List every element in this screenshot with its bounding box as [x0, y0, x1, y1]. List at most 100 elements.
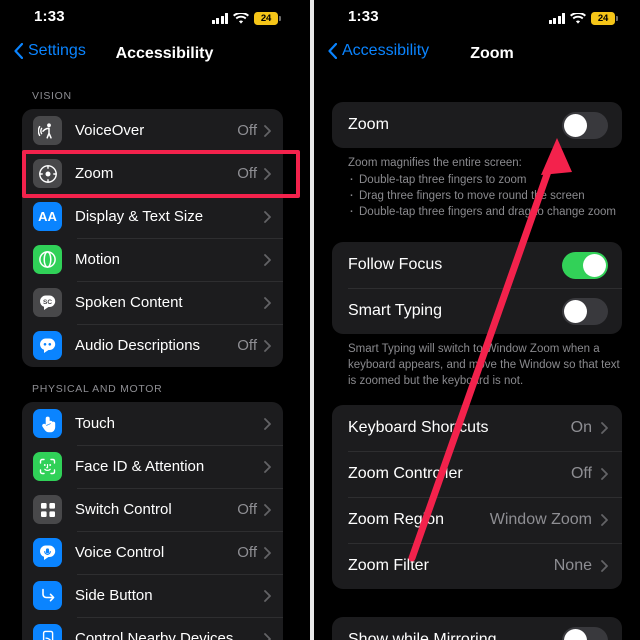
- settings-row-value: Window Zoom: [489, 511, 592, 528]
- settings-row-face-id-attention[interactable]: Face ID & Attention: [22, 445, 283, 488]
- smart-typing-row[interactable]: Smart Typing: [332, 288, 622, 334]
- smart-typing-switch[interactable]: [562, 297, 608, 325]
- settings-row-voiceover[interactable]: VoiceOver Off: [22, 109, 283, 152]
- status-bar-left: 1:33 24: [0, 0, 303, 34]
- switch-control-icon: [33, 495, 62, 524]
- control-nearby-devices-icon: [33, 624, 62, 640]
- follow-focus-switch[interactable]: [562, 251, 608, 279]
- settings-row-label: Keyboard Shortcuts: [348, 419, 489, 436]
- chevron-right-icon: [264, 503, 271, 516]
- section-header-vision: VISION: [32, 90, 72, 102]
- physical-motor-settings-card: Touch Face ID & Attention Switch Control…: [22, 402, 283, 640]
- status-indicators: 24: [548, 12, 618, 25]
- back-button-label: Accessibility: [342, 42, 430, 59]
- zoom-toggle-switch[interactable]: [562, 111, 608, 139]
- dual-phone-screenshot: 1:33 24 Settings Accessibility VISION Vo…: [0, 0, 640, 640]
- settings-row-zoom-filter[interactable]: Zoom Filter None: [332, 543, 622, 589]
- settings-row-display-text-size[interactable]: AA Display & Text Size: [22, 195, 283, 238]
- settings-row-audio-descriptions[interactable]: Audio Descriptions Off: [22, 324, 283, 367]
- wifi-icon: [570, 12, 586, 25]
- settings-row-control-nearby-devices[interactable]: Control Nearby Devices: [22, 617, 283, 640]
- settings-row-label: Zoom Controller: [348, 465, 463, 482]
- smart-typing-note: Smart Typing will switch to Window Zoom …: [348, 343, 620, 387]
- battery-icon: 24: [254, 12, 281, 25]
- settings-row-label: Motion: [75, 251, 121, 268]
- toggle-knob: [583, 253, 606, 277]
- chevron-right-icon: [264, 210, 271, 223]
- chevron-right-icon: [601, 422, 608, 434]
- chevron-right-icon: [601, 468, 608, 480]
- follow-focus-label: Follow Focus: [348, 256, 443, 273]
- right-phone-panel: 1:33 24 Accessibility Zoom Zoom Zoom mag…: [314, 0, 640, 640]
- settings-row-keyboard-shortcuts[interactable]: Keyboard Shortcuts On: [332, 405, 622, 451]
- show-while-mirroring-switch[interactable]: [562, 626, 608, 640]
- settings-row-side-button[interactable]: Side Button: [22, 574, 283, 617]
- settings-row-label: Spoken Content: [75, 294, 183, 311]
- section-header-physical-and-motor: PHYSICAL AND MOTOR: [32, 383, 163, 395]
- chevron-right-icon: [264, 460, 271, 473]
- battery-cap: [279, 16, 281, 21]
- chevron-right-icon: [264, 253, 271, 266]
- settings-row-label: Zoom Region: [348, 511, 445, 528]
- settings-row-value: On: [570, 419, 592, 436]
- toggle-knob: [564, 628, 587, 640]
- signal-bars-icon: [211, 13, 228, 24]
- show-while-mirroring-row[interactable]: Show while Mirroring: [332, 617, 622, 640]
- back-button-label: Settings: [28, 42, 86, 59]
- zoom-icon: [33, 159, 62, 188]
- nav-bar-right: Accessibility Zoom: [314, 34, 640, 74]
- battery-level: 24: [254, 12, 278, 25]
- settings-row-touch[interactable]: Touch: [22, 402, 283, 445]
- zoom-description: Zoom magnifies the entire screen: Double…: [348, 155, 620, 220]
- battery-level: 24: [591, 12, 615, 25]
- spoken-content-icon: SC: [33, 288, 62, 317]
- settings-row-zoom-region[interactable]: Zoom Region Window Zoom: [332, 497, 622, 543]
- settings-row-motion[interactable]: Motion: [22, 238, 283, 281]
- status-indicators: 24: [211, 12, 281, 25]
- settings-row-label: Switch Control: [75, 501, 172, 518]
- follow-focus-row[interactable]: Follow Focus: [332, 242, 622, 288]
- wifi-icon: [233, 12, 249, 25]
- signal-bars-icon: [548, 13, 565, 24]
- chevron-right-icon: [601, 560, 608, 572]
- settings-row-switch-control[interactable]: Switch Control Off: [22, 488, 283, 531]
- settings-row-label: Audio Descriptions: [75, 337, 201, 354]
- touch-icon: [33, 409, 62, 438]
- back-button-settings[interactable]: Settings: [14, 42, 86, 60]
- settings-row-value: Off: [237, 122, 257, 139]
- zoom-toggle-row[interactable]: Zoom: [332, 102, 622, 148]
- zoom-description-bullet: Double-tap three fingers to zoom: [348, 171, 620, 188]
- zoom-options-card: Keyboard Shortcuts On Zoom Controller Of…: [332, 405, 622, 589]
- settings-row-label: Zoom: [75, 165, 114, 182]
- zoom-description-bullets: Double-tap three fingers to zoom Drag th…: [348, 171, 620, 220]
- status-time: 1:33: [348, 8, 379, 25]
- battery-icon: 24: [591, 12, 618, 25]
- svg-text:SC: SC: [43, 299, 52, 306]
- vision-settings-card: VoiceOver Off Zoom Off AA Display & Text…: [22, 109, 283, 367]
- voice-control-icon: [33, 538, 62, 567]
- zoom-description-bullet: Double-tap three fingers and drag to cha…: [348, 203, 620, 220]
- chevron-right-icon: [264, 167, 271, 180]
- display-text-size-icon: AA: [33, 202, 62, 231]
- zoom-toggle-card: Zoom: [332, 102, 622, 148]
- audio-descriptions-icon: [33, 331, 62, 360]
- settings-row-zoom-controller[interactable]: Zoom Controller Off: [332, 451, 622, 497]
- chevron-right-icon: [264, 339, 271, 352]
- toggle-knob: [564, 113, 587, 137]
- settings-row-voice-control[interactable]: Voice Control Off: [22, 531, 283, 574]
- settings-row-label: Face ID & Attention: [75, 458, 205, 475]
- face-id-icon: [33, 452, 62, 481]
- settings-row-label: Touch: [75, 415, 116, 432]
- show-while-mirroring-label: Show while Mirroring: [348, 631, 497, 640]
- left-phone-panel: 1:33 24 Settings Accessibility VISION Vo…: [0, 0, 303, 640]
- settings-row-value: Off: [237, 501, 257, 518]
- status-bar-right: 1:33 24: [314, 0, 640, 34]
- settings-row-zoom[interactable]: Zoom Off: [22, 152, 283, 195]
- settings-row-value: Off: [570, 465, 592, 482]
- chevron-left-icon: [328, 43, 337, 59]
- settings-row-spoken-content[interactable]: SC Spoken Content: [22, 281, 283, 324]
- back-button-accessibility[interactable]: Accessibility: [328, 42, 429, 60]
- chevron-left-icon: [14, 43, 23, 59]
- focus-toggles-card: Follow Focus Smart Typing: [332, 242, 622, 334]
- chevron-right-icon: [264, 589, 271, 602]
